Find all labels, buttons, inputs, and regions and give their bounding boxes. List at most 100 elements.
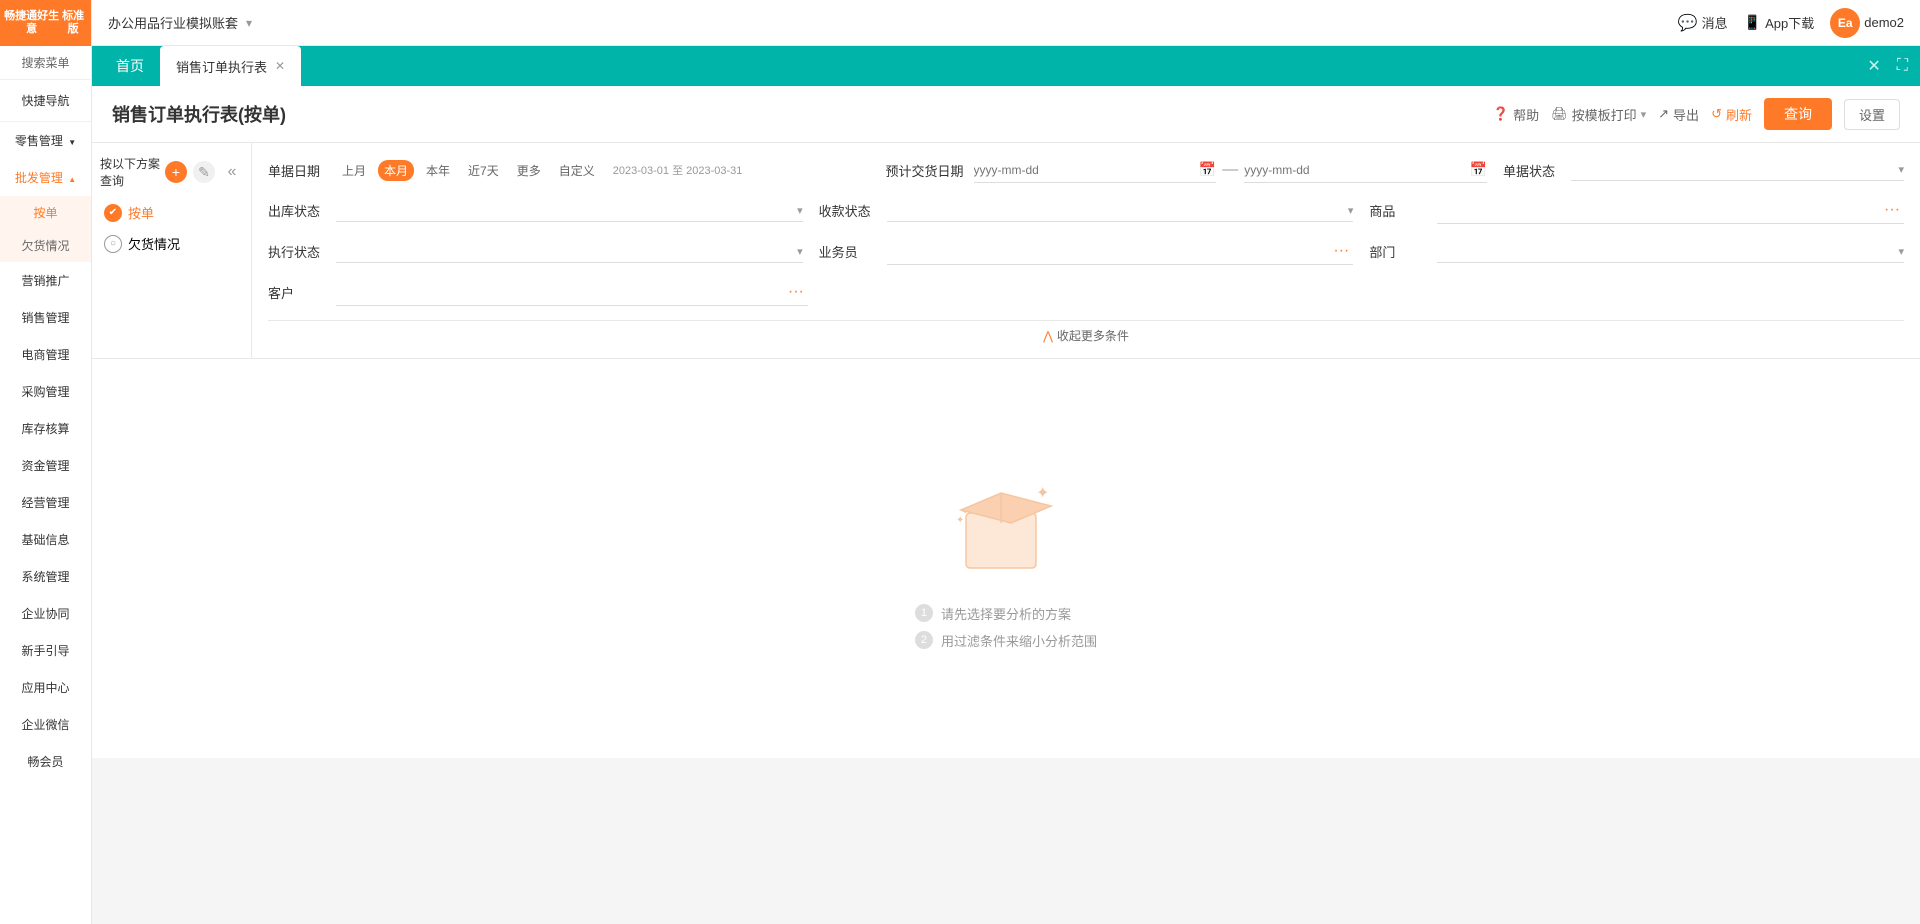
filter-field-expected-date: 预计交货日期 📅 — 📅: [886, 157, 1488, 183]
expected-date-from[interactable]: 📅: [974, 157, 1217, 183]
sidebar-item-retail[interactable]: 零售管理: [0, 122, 91, 159]
date-separator: —: [1222, 161, 1238, 179]
tab-close-icon[interactable]: ✕: [275, 59, 285, 73]
empty-state: ✦ ✦ 1 请先选择要分析的方案 2 用过滤条件来缩小分析范围: [915, 388, 1097, 730]
dept-select[interactable]: ▾: [1437, 241, 1904, 263]
sidebar-logo: 畅捷通好生意 标准版: [0, 0, 91, 46]
filter-item-按单[interactable]: ✔ 按单: [100, 197, 243, 228]
salesperson-label: 业务员: [819, 242, 879, 261]
sidebar-item-enterprise-wechat[interactable]: 企业微信: [0, 706, 91, 743]
empty-num-2: 2: [915, 631, 933, 649]
out-status-arrow: ▾: [797, 204, 803, 217]
date-quick-more[interactable]: 更多: [511, 160, 547, 181]
out-status-label: 出库状态: [268, 201, 328, 220]
date-quick-last-month[interactable]: 上月: [336, 160, 372, 181]
filter-item-欠货情况[interactable]: ○ 欠货情况: [100, 228, 243, 259]
calendar-from-icon[interactable]: 📅: [1199, 161, 1216, 178]
filter-row-2: 出库状态 ▾ 收款状态 ▾ 商品: [268, 197, 1904, 224]
sidebar-item-marketing[interactable]: 营销推广: [0, 262, 91, 299]
sidebar-item-finance[interactable]: 资金管理: [0, 447, 91, 484]
sidebar-item-app-center[interactable]: 应用中心: [0, 669, 91, 706]
filter-sidebar: 按以下方案查询 + ✎ « ✔ 按单 ○ 欠货情况: [92, 143, 252, 358]
date-label: 单据日期: [268, 161, 328, 180]
sidebar-item-enterprise-collab[interactable]: 企业协同: [0, 595, 91, 632]
sidebar-item-system[interactable]: 系统管理: [0, 558, 91, 595]
user-avatar: Ea: [1830, 8, 1860, 38]
collapse-icon: ⋀: [1043, 329, 1053, 343]
sidebar-item-purchase[interactable]: 采购管理: [0, 373, 91, 410]
status-select-arrow: ▾: [1898, 163, 1904, 176]
sidebar-item-basic-info[interactable]: 基础信息: [0, 521, 91, 558]
query-button[interactable]: 查询: [1764, 98, 1832, 130]
tab-expand-btn[interactable]: ⛶: [1893, 53, 1912, 79]
page-title: 销售订单执行表(按单): [112, 101, 286, 127]
topbar-page-title: 办公用品行业模拟账套: [108, 13, 238, 32]
exec-status-label: 执行状态: [268, 242, 328, 261]
filter-row-4: 客户 ···: [268, 279, 1904, 306]
sidebar-sub-item-按单[interactable]: 按单: [0, 196, 91, 229]
expected-date-to-input[interactable]: [1244, 163, 1469, 177]
export-btn[interactable]: ↗ 导出: [1658, 105, 1699, 124]
settings-button[interactable]: 设置: [1844, 99, 1900, 130]
help-btn[interactable]: ❓ 帮助: [1493, 105, 1539, 124]
exec-status-select[interactable]: ▾: [336, 241, 803, 263]
collapse-bar[interactable]: ⋀ 收起更多条件: [268, 320, 1904, 350]
tab-sales-order[interactable]: 销售订单执行表 ✕: [160, 46, 301, 86]
filter-form: 单据日期 上月 本月 本年 近7天 更多 自定义 2023-03-01 至 20…: [252, 143, 1920, 358]
sidebar-item-new-guide[interactable]: 新手引导: [0, 632, 91, 669]
expected-date-to[interactable]: 📅: [1244, 157, 1487, 183]
sidebar-sub-item-欠货情况[interactable]: 欠货情况: [0, 229, 91, 262]
calendar-to-icon[interactable]: 📅: [1470, 161, 1487, 178]
filter-field-customer: 客户 ···: [268, 279, 808, 306]
status-select[interactable]: ▾: [1571, 159, 1904, 181]
dept-label: 部门: [1369, 242, 1429, 261]
app-download-btn[interactable]: 📱 App下载: [1744, 13, 1815, 32]
sidebar-item-inventory[interactable]: 库存核算: [0, 410, 91, 447]
search-menu[interactable]: 搜索菜单: [0, 46, 91, 80]
goods-label: 商品: [1369, 201, 1429, 220]
sidebar-item-operations[interactable]: 经营管理: [0, 484, 91, 521]
topbar-right: 💬 消息 📱 App下载 Ea demo2: [1678, 8, 1904, 38]
date-quick-custom[interactable]: 自定义: [553, 160, 601, 181]
goods-more-btn[interactable]: ···: [1880, 201, 1904, 219]
out-status-select[interactable]: ▾: [336, 200, 803, 222]
date-quick-this-month[interactable]: 本月: [378, 160, 414, 181]
edit-scheme-btn[interactable]: ✎: [193, 161, 215, 183]
print-icon: 🖨: [1551, 106, 1568, 122]
filter-field-goods: 商品 ···: [1369, 197, 1904, 224]
payment-status-label: 收款状态: [819, 201, 879, 220]
expected-date-from-input[interactable]: [974, 163, 1199, 177]
quick-nav[interactable]: 快捷导航: [0, 80, 91, 122]
filter-sidebar-header: 按以下方案查询 + ✎ «: [100, 155, 243, 189]
collapse-sidebar-btn[interactable]: «: [221, 161, 243, 183]
page-header-actions: ❓ 帮助 🖨 按模板打印 ▾ ↗ 导出 ↺ 刷新 查询 设置: [1493, 98, 1900, 130]
app-icon: 📱: [1744, 14, 1761, 31]
sidebar-sub-wholesale: 按单 欠货情况: [0, 196, 91, 262]
topbar-dropdown-icon[interactable]: ▾: [246, 16, 252, 30]
date-quick-7days[interactable]: 近7天: [462, 160, 505, 181]
tabbar: 首页 销售订单执行表 ✕ ✕ ⛶: [92, 46, 1920, 86]
message-btn[interactable]: 💬 消息: [1678, 13, 1728, 33]
tab-close-btn[interactable]: ✕: [1863, 52, 1884, 80]
print-btn[interactable]: 🖨 按模板打印 ▾: [1551, 105, 1646, 124]
filter-field-salesperson: 业务员 ···: [819, 238, 1354, 265]
filter-row-3: 执行状态 ▾ 业务员 ··· 部门: [268, 238, 1904, 265]
refresh-btn[interactable]: ↺ 刷新: [1711, 105, 1752, 124]
help-icon: ❓: [1493, 106, 1509, 122]
payment-status-select[interactable]: ▾: [887, 200, 1354, 222]
svg-text:✦: ✦: [956, 515, 964, 526]
tab-home[interactable]: 首页: [100, 46, 160, 86]
exec-status-arrow: ▾: [797, 245, 803, 258]
date-quick-this-year[interactable]: 本年: [420, 160, 456, 181]
customer-more-btn[interactable]: ···: [784, 283, 808, 301]
salesperson-more-btn[interactable]: ···: [1329, 242, 1353, 260]
sidebar-item-quick-nav[interactable]: 快捷导航: [0, 86, 91, 115]
sidebar-item-wholesale[interactable]: 批发管理: [0, 159, 91, 196]
add-scheme-btn[interactable]: +: [165, 161, 187, 183]
sidebar-item-vip-member[interactable]: 畅会员: [0, 743, 91, 780]
print-dropdown-icon[interactable]: ▾: [1641, 108, 1647, 121]
user-menu[interactable]: Ea demo2: [1830, 8, 1904, 38]
sidebar-item-sales[interactable]: 销售管理: [0, 299, 91, 336]
export-icon: ↗: [1658, 106, 1669, 122]
sidebar-item-ecommerce[interactable]: 电商管理: [0, 336, 91, 373]
